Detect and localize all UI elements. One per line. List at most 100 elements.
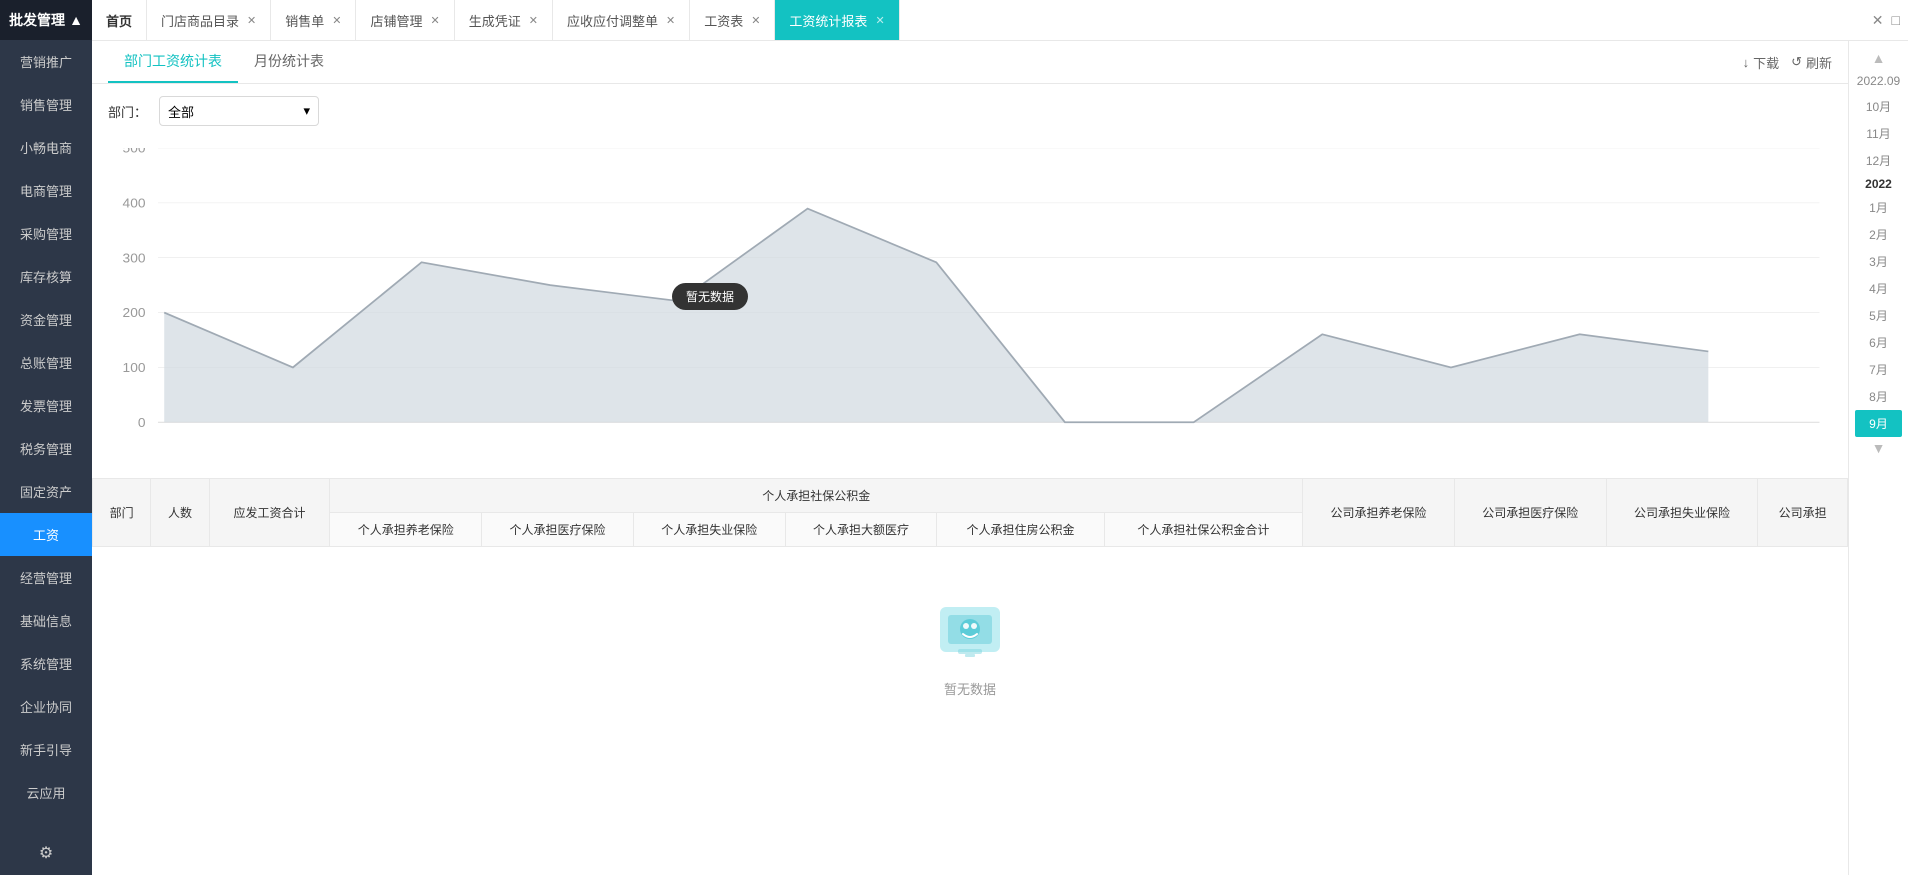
chevron-up-icon: ▲ — [69, 12, 83, 28]
sidebar-item-电商管理[interactable]: 电商管理 — [0, 169, 92, 212]
col-company-medical: 公司承担医疗保险 — [1454, 479, 1606, 547]
timeline-item-5月[interactable]: 5月 — [1855, 302, 1902, 329]
col-company-pension: 公司承担养老保险 — [1303, 479, 1455, 547]
tab-工资统计报表[interactable]: 工资统计报表✕ — [775, 0, 899, 40]
content-area: 部门工资统计表月份统计表 ↓ 下载 ↺ 刷新 部门： 全部 ▾ — [92, 41, 1908, 875]
col-total-wage: 应发工资合计 — [209, 479, 330, 547]
sidebar-item-系统管理[interactable]: 系统管理 — [0, 642, 92, 685]
timeline-item-1月[interactable]: 1月 — [1855, 194, 1902, 221]
sidebar-item-固定资产[interactable]: 固定资产 — [0, 470, 92, 513]
chart-svg: 0 100 200 300 400 500 — [108, 148, 1832, 468]
sidebar-item-企业协同[interactable]: 企业协同 — [0, 685, 92, 728]
sidebar-top-button[interactable]: 批发管理 ▲ — [0, 0, 92, 40]
sidebar-item-经营管理[interactable]: 经营管理 — [0, 556, 92, 599]
tab-close-销售单[interactable]: ✕ — [332, 14, 341, 27]
col-count: 人数 — [151, 479, 209, 547]
data-table: 部门 人数 应发工资合计 个人承担社保公积金 公司承担养老保险 公司承担医疗保险… — [92, 478, 1848, 547]
tab-销售单[interactable]: 销售单✕ — [271, 0, 356, 40]
refresh-icon: ↺ — [1791, 54, 1802, 70]
tab-bar-end: ✕ □ — [1872, 12, 1908, 29]
department-select[interactable]: 全部 ▾ — [159, 96, 319, 126]
col-personal-unemployment: 个人承担失业保险 — [633, 513, 785, 547]
svg-text:200: 200 — [123, 306, 146, 320]
sidebar-item-采购管理[interactable]: 采购管理 — [0, 212, 92, 255]
col-company-unemployment: 公司承担失业保险 — [1606, 479, 1758, 547]
sidebar-top-label: 批发管理 — [9, 10, 65, 30]
sidebar-item-云应用[interactable]: 云应用 — [0, 771, 92, 814]
sidebar-item-营销推广[interactable]: 营销推广 — [0, 40, 92, 83]
tab-close-工资表[interactable]: ✕ — [751, 14, 760, 27]
sidebar-item-库存核算[interactable]: 库存核算 — [0, 255, 92, 298]
close-window-icon[interactable]: ✕ — [1872, 12, 1884, 29]
tab-店铺管理[interactable]: 店铺管理✕ — [356, 0, 454, 40]
tab-生成凭证[interactable]: 生成凭证✕ — [455, 0, 553, 40]
scroll-up-arrow[interactable]: ▲ — [1869, 47, 1889, 69]
svg-text:300: 300 — [123, 251, 146, 265]
sub-tab-月份统计表[interactable]: 月份统计表 — [238, 41, 340, 83]
col-personal-insurance: 个人承担社保公积金 — [330, 479, 1303, 513]
department-filter-label: 部门： — [108, 102, 147, 121]
timeline-item-2022.09[interactable]: 2022.09 — [1855, 69, 1902, 93]
tab-门店商品目录[interactable]: 门店商品目录✕ — [147, 0, 271, 40]
tab-close-门店商品目录[interactable]: ✕ — [247, 14, 256, 27]
tab-close-生成凭证[interactable]: ✕ — [529, 14, 538, 27]
download-button[interactable]: ↓ 下载 — [1743, 53, 1780, 72]
page-content: 部门工资统计表月份统计表 ↓ 下载 ↺ 刷新 部门： 全部 ▾ — [92, 41, 1848, 875]
settings-button[interactable]: ⚙ — [0, 831, 92, 875]
sidebar-item-总账管理[interactable]: 总账管理 — [0, 341, 92, 384]
download-icon: ↓ — [1743, 55, 1750, 70]
col-dept: 部门 — [93, 479, 151, 547]
tab-close-店铺管理[interactable]: ✕ — [431, 14, 440, 27]
sub-tab-部门工资统计表[interactable]: 部门工资统计表 — [108, 41, 238, 83]
chevron-down-icon: ▾ — [303, 103, 310, 119]
timeline-item-9月[interactable]: 9月 — [1855, 410, 1902, 437]
sidebar-item-小畅电商[interactable]: 小畅电商 — [0, 126, 92, 169]
department-select-value: 全部 — [168, 102, 194, 121]
tab-close-应收应付调整单[interactable]: ✕ — [666, 14, 675, 27]
timeline-item-12月[interactable]: 12月 — [1855, 147, 1902, 174]
sidebar-item-基础信息[interactable]: 基础信息 — [0, 599, 92, 642]
sidebar-item-新手引导[interactable]: 新手引导 — [0, 728, 92, 771]
tab-close-工资统计报表[interactable]: ✕ — [875, 14, 884, 27]
sidebar-item-工资[interactable]: 工资 — [0, 513, 92, 556]
col-personal-pension: 个人承担养老保险 — [330, 513, 482, 547]
sidebar-item-资金管理[interactable]: 资金管理 — [0, 298, 92, 341]
svg-text:500: 500 — [123, 148, 146, 155]
refresh-button[interactable]: ↺ 刷新 — [1791, 53, 1832, 72]
timeline-item-2月[interactable]: 2月 — [1855, 221, 1902, 248]
tab-首页[interactable]: 首页 — [92, 0, 147, 40]
empty-text: 暂无数据 — [944, 679, 996, 698]
sidebar-item-税务管理[interactable]: 税务管理 — [0, 427, 92, 470]
col-personal-total: 个人承担社保公积金合计 — [1104, 513, 1302, 547]
svg-text:100: 100 — [123, 361, 146, 375]
timeline-year: 2022 — [1855, 174, 1902, 194]
timeline-item-10月[interactable]: 10月 — [1855, 93, 1902, 120]
table-container[interactable]: 部门 人数 应发工资合计 个人承担社保公积金 公司承担养老保险 公司承担医疗保险… — [92, 478, 1848, 875]
sidebar: 批发管理 ▲ 营销推广销售管理小畅电商电商管理采购管理库存核算资金管理总账管理发… — [0, 0, 92, 875]
scroll-down-arrow[interactable]: ▼ — [1869, 437, 1889, 459]
empty-state: 暂无数据 — [92, 547, 1848, 738]
maximize-icon[interactable]: □ — [1892, 12, 1900, 28]
svg-text:0: 0 — [138, 415, 146, 429]
svg-text:400: 400 — [123, 196, 146, 210]
sub-tabs: 部门工资统计表月份统计表 ↓ 下载 ↺ 刷新 — [92, 41, 1848, 84]
main-area: 首页门店商品目录✕销售单✕店铺管理✕生成凭证✕应收应付调整单✕工资表✕工资统计报… — [92, 0, 1908, 875]
timeline-item-8月[interactable]: 8月 — [1855, 383, 1902, 410]
chart-container: 0 100 200 300 400 500 暂无数据 — [92, 138, 1848, 478]
sub-tab-actions: ↓ 下载 ↺ 刷新 — [1743, 53, 1832, 72]
col-personal-major-medical: 个人承担大额医疗 — [785, 513, 937, 547]
timeline-item-4月[interactable]: 4月 — [1855, 275, 1902, 302]
col-personal-medical: 个人承担医疗保险 — [482, 513, 634, 547]
timeline-item-11月[interactable]: 11月 — [1855, 120, 1902, 147]
sidebar-item-销售管理[interactable]: 销售管理 — [0, 83, 92, 126]
empty-icon — [930, 587, 1010, 667]
col-company-other: 公司承担 — [1758, 479, 1848, 547]
tab-应收应付调整单[interactable]: 应收应付调整单✕ — [553, 0, 690, 40]
timeline-item-6月[interactable]: 6月 — [1855, 329, 1902, 356]
col-personal-housing: 个人承担住房公积金 — [937, 513, 1104, 547]
timeline-item-3月[interactable]: 3月 — [1855, 248, 1902, 275]
tab-工资表[interactable]: 工资表✕ — [690, 0, 775, 40]
sidebar-item-发票管理[interactable]: 发票管理 — [0, 384, 92, 427]
timeline-item-7月[interactable]: 7月 — [1855, 356, 1902, 383]
timeline-sidebar: ▲ 2022.0910月11月12月20221月2月3月4月5月6月7月8月9月… — [1848, 41, 1908, 875]
